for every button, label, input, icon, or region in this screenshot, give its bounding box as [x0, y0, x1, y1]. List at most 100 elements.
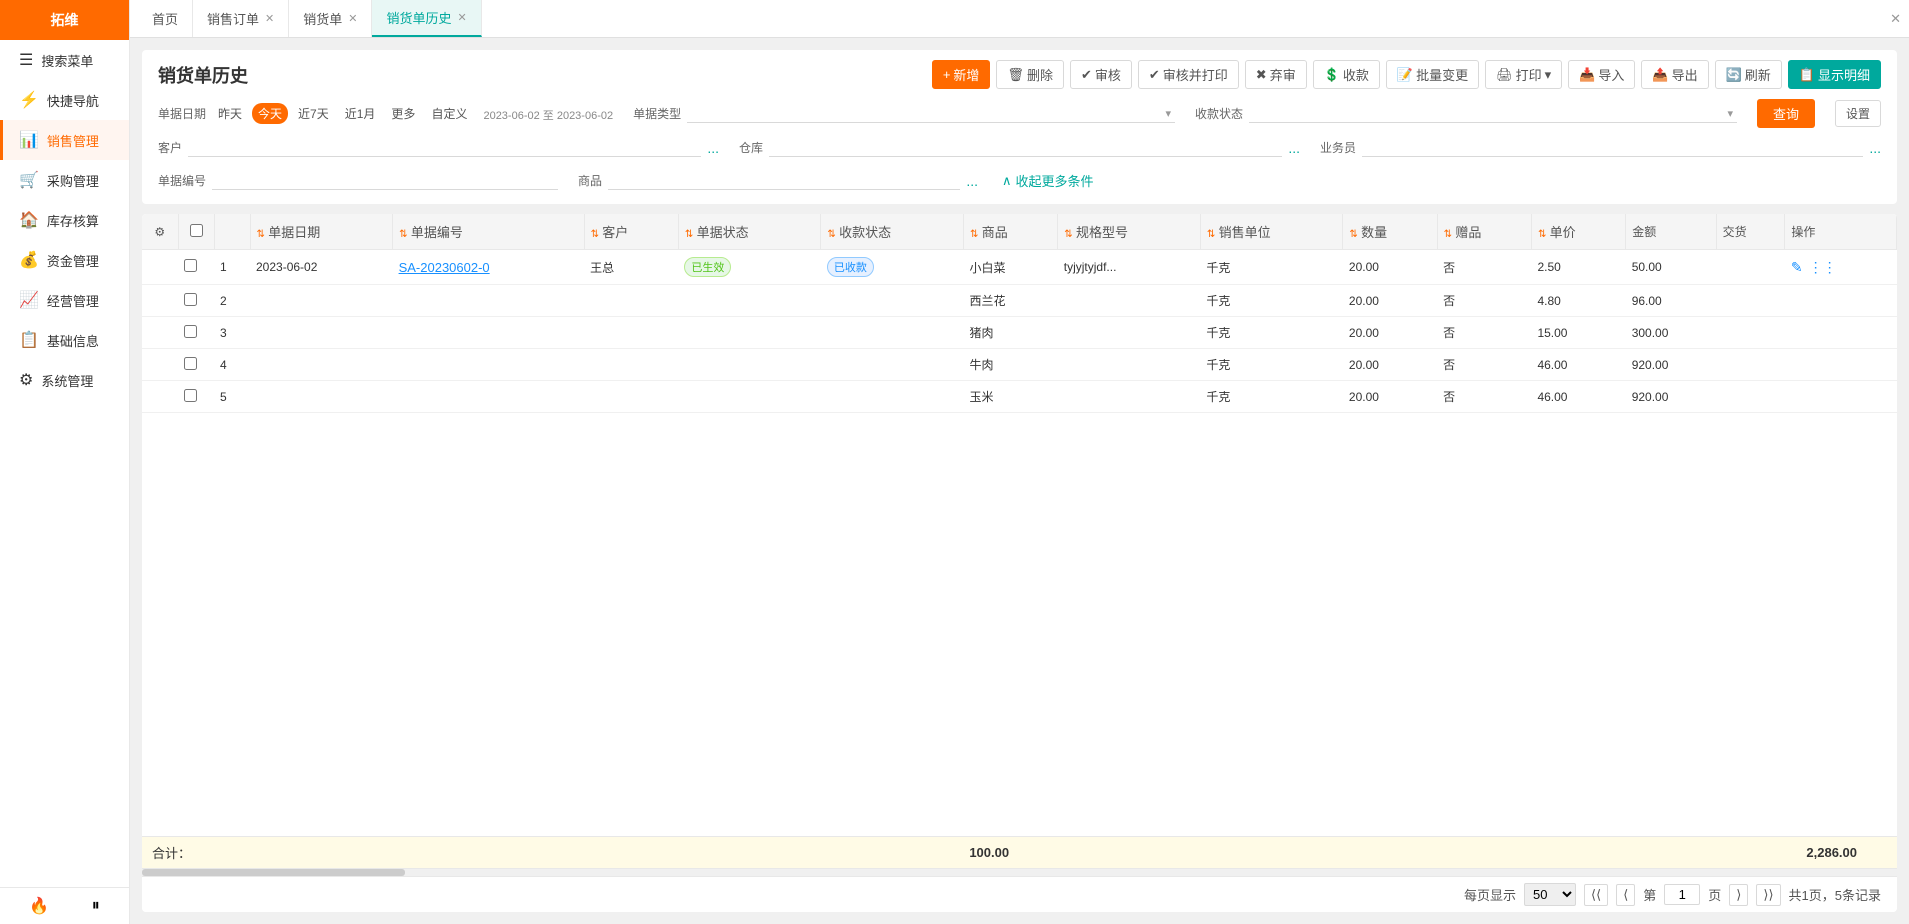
quick-nav-icon: ⚡: [19, 90, 39, 110]
tab-sales-goods[interactable]: 销货单 ✕: [289, 0, 372, 37]
window-close-icon[interactable]: ✕: [1890, 11, 1901, 27]
th-qty[interactable]: ⇅ 数量: [1343, 214, 1437, 250]
page-input[interactable]: [1664, 884, 1700, 905]
tab-sales-order[interactable]: 销售订单 ✕: [193, 0, 289, 37]
salesperson-ellipsis[interactable]: ...: [1869, 140, 1881, 156]
row-checkbox[interactable]: [184, 293, 197, 306]
row-checkbox[interactable]: [184, 357, 197, 370]
select-all-checkbox[interactable]: [190, 224, 203, 237]
sidebar-item-purchase-mgmt[interactable]: 🛒 采购管理: [0, 160, 129, 200]
row-doc-status-cell: 已生效: [678, 250, 821, 285]
tab-sales-history[interactable]: 销货单历史 ✕: [372, 0, 481, 37]
tab-sales-goods-close[interactable]: ✕: [348, 12, 357, 25]
collect-button[interactable]: 💲 收款: [1313, 60, 1380, 89]
row-checkbox[interactable]: [184, 259, 197, 272]
salesperson-input[interactable]: [1362, 138, 1863, 157]
more-action-icon[interactable]: ⋮⋮: [1809, 259, 1837, 276]
th-price[interactable]: ⇅ 单价: [1531, 214, 1625, 250]
setting-button[interactable]: 设置: [1835, 100, 1881, 127]
doc-no-input[interactable]: [212, 171, 558, 190]
doc-no-link[interactable]: SA-20230602-0: [399, 260, 490, 275]
sidebar-item-biz-mgmt[interactable]: 📈 经营管理: [0, 280, 129, 320]
refresh-button[interactable]: 🔄 刷新: [1715, 60, 1782, 89]
date-tab-custom[interactable]: 自定义: [425, 103, 473, 124]
sys-mgmt-icon: ⚙: [19, 370, 33, 390]
warehouse-ellipsis[interactable]: ...: [1288, 140, 1300, 156]
customer-filter: 客户 ...: [158, 138, 719, 157]
add-button[interactable]: + 新增: [932, 60, 991, 89]
per-page-select[interactable]: 50 100 200: [1524, 883, 1576, 906]
customer-input[interactable]: [188, 138, 701, 157]
row-checkbox[interactable]: [184, 389, 197, 402]
batch-change-icon: 📝: [1397, 67, 1413, 83]
export-button[interactable]: 📤 导出: [1641, 60, 1708, 89]
sidebar-item-sales-mgmt[interactable]: 📊 销售管理: [0, 120, 129, 160]
row-check-cell[interactable]: [178, 285, 214, 317]
batch-change-button[interactable]: 📝 批量变更: [1386, 60, 1479, 89]
filter-row-3: 单据编号 商品 ... ∧ 收起更多条件: [158, 167, 1881, 194]
main-area: 首页 销售订单 ✕ 销货单 ✕ 销货单历史 ✕ ✕ 销货单历史 +: [130, 0, 1909, 924]
date-tabs: 昨天 今天 近7天 近1月 更多 自定义: [212, 103, 473, 124]
goods-input[interactable]: [608, 171, 960, 190]
sidebar-item-quick-nav[interactable]: ⚡ 快捷导航: [0, 80, 129, 120]
refresh-icon: 🔄: [1726, 67, 1742, 83]
query-button[interactable]: 查询: [1757, 99, 1815, 128]
goods-ellipsis[interactable]: ...: [966, 173, 978, 189]
th-spec[interactable]: ⇅ 规格型号: [1058, 214, 1201, 250]
row-check-cell[interactable]: [178, 250, 214, 285]
show-detail-button[interactable]: 📋 显示明细: [1788, 60, 1881, 89]
collapse-btn[interactable]: ∧ 收起更多条件: [998, 167, 1098, 194]
review-print-button[interactable]: ✔ 审核并打印: [1138, 60, 1239, 89]
sales-mgmt-icon: 📊: [19, 130, 39, 150]
th-gift[interactable]: ⇅ 赠品: [1437, 214, 1531, 250]
page-last-button[interactable]: ⟩⟩: [1756, 884, 1780, 906]
table-row: 3 猪肉 千克 20.00 否 15.00 300.00: [142, 317, 1897, 349]
pay-status-select[interactable]: ▾: [1249, 105, 1737, 123]
th-doc-date[interactable]: ⇅ 单据日期: [250, 214, 393, 250]
review-button[interactable]: ✔ 审核: [1070, 60, 1132, 89]
sidebar-fire-icon[interactable]: 🔥: [29, 896, 49, 916]
sidebar-item-label: 采购管理: [47, 171, 99, 190]
row-unit-cell: 千克: [1200, 250, 1343, 285]
sidebar-pause-icon[interactable]: ⏸: [92, 897, 100, 915]
date-tab-more[interactable]: 更多: [385, 103, 421, 124]
th-customer[interactable]: ⇅ 客户: [584, 214, 678, 250]
edit-icon[interactable]: ✎: [1791, 259, 1803, 276]
page-next-button[interactable]: ⟩: [1729, 884, 1748, 906]
th-unit[interactable]: ⇅ 销售单位: [1200, 214, 1343, 250]
warehouse-input[interactable]: [769, 138, 1282, 157]
doc-type-select[interactable]: ▾: [687, 105, 1175, 123]
page-prev-button[interactable]: ⟨: [1616, 884, 1635, 906]
sidebar-item-search-menu[interactable]: ☰ 搜索菜单: [0, 40, 129, 80]
th-check[interactable]: [178, 214, 214, 250]
import-button[interactable]: 📥 导入: [1568, 60, 1635, 89]
row-check-cell[interactable]: [178, 349, 214, 381]
row-pay-status-cell: [821, 317, 964, 349]
tab-sales-order-close[interactable]: ✕: [265, 12, 274, 25]
abandon-button[interactable]: ✖ 弃审: [1245, 60, 1307, 89]
date-tab-yesterday[interactable]: 昨天: [212, 103, 248, 124]
th-pay-status[interactable]: ⇅ 收款状态: [821, 214, 964, 250]
th-doc-no[interactable]: ⇅ 单据编号: [393, 214, 584, 250]
date-tab-today[interactable]: 今天: [252, 103, 288, 124]
th-goods[interactable]: ⇅ 商品: [963, 214, 1057, 250]
row-check-cell[interactable]: [178, 317, 214, 349]
tab-sales-history-close[interactable]: ✕: [458, 11, 467, 24]
sidebar-item-basic-info[interactable]: 📋 基础信息: [0, 320, 129, 360]
tab-home[interactable]: 首页: [138, 0, 193, 37]
sidebar-item-sys-mgmt[interactable]: ⚙ 系统管理: [0, 360, 129, 400]
row-checkbox[interactable]: [184, 325, 197, 338]
date-tab-1month[interactable]: 近1月: [339, 103, 382, 124]
row-check-cell[interactable]: [178, 381, 214, 413]
delete-button[interactable]: 🗑 删除: [996, 60, 1064, 89]
sidebar-item-fund-mgmt[interactable]: 💰 资金管理: [0, 240, 129, 280]
sidebar-item-inventory-calc[interactable]: 🏠 库存核算: [0, 200, 129, 240]
th-gear[interactable]: ⚙: [142, 214, 178, 250]
row-no-cell: 3: [214, 317, 250, 349]
page-first-button[interactable]: ⟨⟨: [1584, 884, 1608, 906]
date-tab-7days[interactable]: 近7天: [292, 103, 335, 124]
th-doc-status[interactable]: ⇅ 单据状态: [678, 214, 821, 250]
print-button[interactable]: 🖨 打印 ▾: [1485, 60, 1562, 89]
row-customer-cell: [584, 317, 678, 349]
customer-ellipsis[interactable]: ...: [707, 140, 719, 156]
